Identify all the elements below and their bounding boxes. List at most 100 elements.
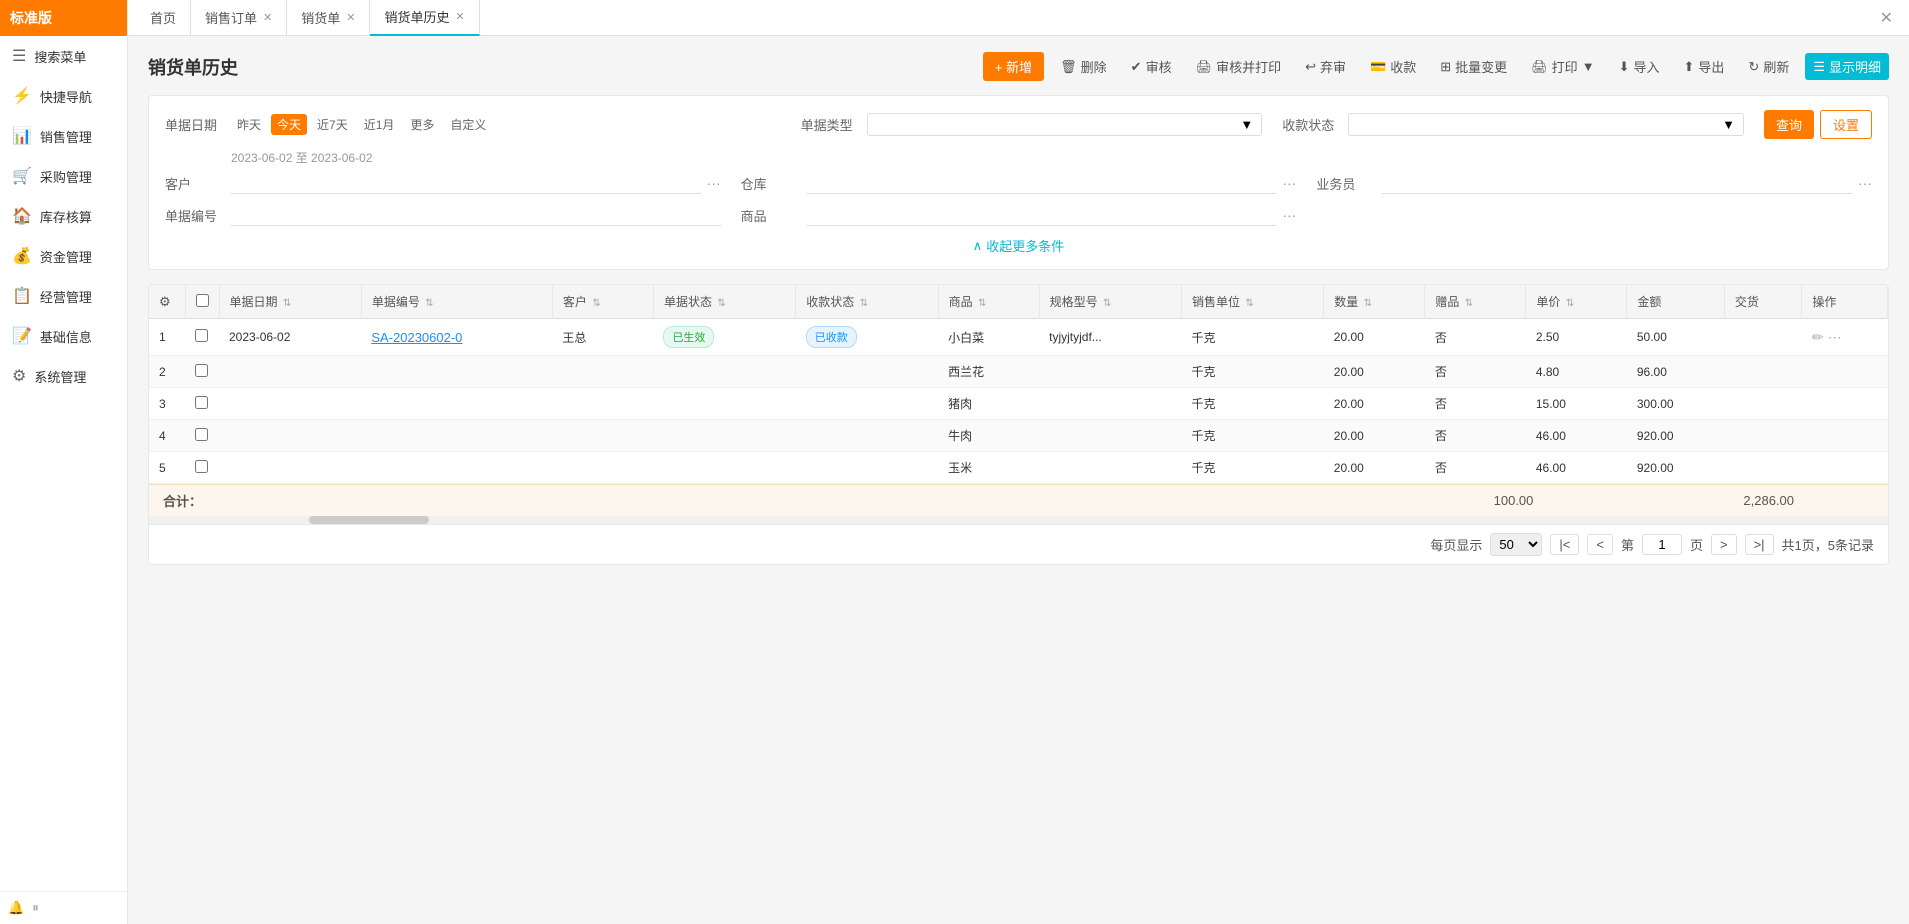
- more-row-icon[interactable]: ⋯: [1828, 329, 1842, 346]
- col-date[interactable]: 单据日期 ⇅: [219, 285, 361, 319]
- scrollbar-thumb[interactable]: [309, 516, 429, 524]
- cell-checkbox[interactable]: [185, 319, 219, 356]
- sidebar-item-purchase-mgmt[interactable]: 🛒 采购管理: [0, 156, 127, 196]
- collect-status-label: 收款状态: [1282, 115, 1342, 134]
- filter-warehouse: 仓库 ···: [741, 172, 1297, 194]
- sidebar-item-base-info[interactable]: 📝 基础信息: [0, 316, 127, 356]
- cell-doc-num[interactable]: [361, 388, 552, 420]
- select-all-checkbox[interactable]: [196, 294, 209, 307]
- sidebar-item-operations[interactable]: 📋 经营管理: [0, 276, 127, 316]
- pause-icon[interactable]: ⏸: [32, 900, 39, 916]
- tab-sales-order[interactable]: 销售订单 ✕: [191, 0, 287, 36]
- settings-filter-button[interactable]: 设置: [1820, 110, 1872, 139]
- col-price[interactable]: 单价 ⇅: [1526, 285, 1627, 319]
- edit-row-icon[interactable]: ✏: [1812, 329, 1824, 346]
- sidebar-item-search-menu[interactable]: ☰ 搜索菜单: [0, 36, 127, 76]
- date-tag-custom[interactable]: 自定义: [444, 114, 492, 135]
- refresh-button[interactable]: ↻ 刷新: [1740, 53, 1797, 80]
- tab-sales-goods[interactable]: 销货单 ✕: [287, 0, 370, 36]
- sidebar-item-inventory[interactable]: 🏠 库存核算: [0, 196, 127, 236]
- cell-checkbox[interactable]: [185, 452, 219, 484]
- col-doc-status[interactable]: 单据状态 ⇅: [653, 285, 795, 319]
- batch-change-button[interactable]: ⊞ 批量变更: [1432, 53, 1515, 80]
- close-sales-order-tab-icon[interactable]: ✕: [263, 11, 272, 24]
- query-button[interactable]: 查询: [1764, 110, 1814, 139]
- total-records: 共1页，5条记录: [1782, 535, 1874, 554]
- date-tag-7days[interactable]: 近7天: [311, 114, 354, 135]
- delete-button[interactable]: 🗑 删除: [1052, 53, 1115, 80]
- goods-more-icon[interactable]: ···: [1282, 207, 1296, 223]
- warehouse-input[interactable]: [807, 172, 1277, 194]
- filter-salesperson: 业务员 ···: [1316, 172, 1872, 194]
- salesperson-more-icon[interactable]: ···: [1858, 175, 1872, 191]
- last-page-button[interactable]: >|: [1745, 534, 1774, 555]
- cell-doc-num[interactable]: SA-20230602-0: [361, 319, 552, 356]
- cell-checkbox[interactable]: [185, 356, 219, 388]
- col-gift[interactable]: 赠品 ⇅: [1425, 285, 1526, 319]
- sidebar-item-label: 经营管理: [40, 287, 92, 306]
- cell-checkbox[interactable]: [185, 420, 219, 452]
- col-collect-status[interactable]: 收款状态 ⇅: [796, 285, 938, 319]
- collect-status-select[interactable]: ▼: [1348, 113, 1744, 136]
- filter-customer: 客户 ···: [165, 172, 721, 194]
- goods-input[interactable]: [807, 204, 1277, 226]
- col-unit[interactable]: 销售单位 ⇅: [1181, 285, 1323, 319]
- customer-more-icon[interactable]: ···: [707, 175, 721, 191]
- close-sales-history-tab-icon[interactable]: ✕: [456, 10, 465, 23]
- sidebar-bottom: 🔔 ⏸: [0, 891, 127, 924]
- col-doc-num[interactable]: 单据编号 ⇅: [361, 285, 552, 319]
- collapse-filter-button[interactable]: ∧ 收起更多条件: [165, 236, 1872, 255]
- add-button[interactable]: + 新增: [983, 52, 1044, 81]
- audit-button[interactable]: ✔ 审核: [1123, 53, 1180, 80]
- tab-sales-history[interactable]: 销货单历史 ✕: [370, 0, 479, 36]
- horizontal-scrollbar[interactable]: [149, 516, 1888, 524]
- date-tag-more[interactable]: 更多: [404, 114, 440, 135]
- first-page-button[interactable]: |<: [1550, 534, 1579, 555]
- warehouse-more-icon[interactable]: ···: [1282, 175, 1296, 191]
- doc-num-input[interactable]: [231, 204, 721, 226]
- cell-amount: 300.00: [1627, 388, 1725, 420]
- collect-button[interactable]: 💳 收款: [1362, 53, 1424, 80]
- cell-collect-status: [796, 388, 938, 420]
- date-tag-yesterday[interactable]: 昨天: [231, 114, 267, 135]
- notification-icon[interactable]: 🔔: [8, 900, 24, 916]
- cell-transaction: [1724, 319, 1801, 356]
- prev-page-button[interactable]: <: [1587, 534, 1613, 555]
- col-settings[interactable]: ⚙: [149, 285, 185, 319]
- salesperson-input[interactable]: [1382, 172, 1852, 194]
- sidebar-item-sys-mgmt[interactable]: ⚙ 系统管理: [0, 356, 127, 396]
- tab-home[interactable]: 首页: [136, 0, 191, 36]
- col-qty[interactable]: 数量 ⇅: [1324, 285, 1425, 319]
- close-sales-goods-tab-icon[interactable]: ✕: [346, 11, 355, 24]
- col-transaction[interactable]: 交货: [1724, 285, 1801, 319]
- sidebar-item-sales-mgmt[interactable]: 📊 销售管理: [0, 116, 127, 156]
- settings-col-icon[interactable]: ⚙: [159, 294, 171, 309]
- col-customer[interactable]: 客户 ⇅: [552, 285, 653, 319]
- abandon-button[interactable]: ↩ 弃审: [1297, 53, 1354, 80]
- per-page-select[interactable]: 50 100 200: [1490, 533, 1542, 556]
- print-button[interactable]: 🖨 打印 ▼: [1523, 53, 1602, 80]
- cell-doc-num[interactable]: [361, 420, 552, 452]
- import-button[interactable]: ⬇ 导入: [1611, 53, 1668, 80]
- col-checkbox[interactable]: [185, 285, 219, 319]
- close-all-tabs-icon[interactable]: ✕: [1872, 8, 1901, 28]
- page-num-input[interactable]: [1642, 534, 1682, 555]
- col-spec[interactable]: 规格型号 ⇅: [1039, 285, 1181, 319]
- col-amount[interactable]: 金额: [1627, 285, 1725, 319]
- customer-input[interactable]: [231, 172, 701, 194]
- date-tag-today[interactable]: 今天: [271, 114, 307, 135]
- cell-gift: 否: [1425, 388, 1526, 420]
- cell-doc-num[interactable]: [361, 452, 552, 484]
- date-tag-1month[interactable]: 近1月: [358, 114, 401, 135]
- export-button[interactable]: ⬆ 导出: [1675, 53, 1732, 80]
- audit-print-button[interactable]: 🖨 审核并打印: [1188, 53, 1290, 80]
- doc-type-select[interactable]: ▼: [867, 113, 1263, 136]
- sidebar-item-finance[interactable]: 💰 资金管理: [0, 236, 127, 276]
- next-page-button[interactable]: >: [1711, 534, 1737, 555]
- cell-doc-num[interactable]: [361, 356, 552, 388]
- sidebar-item-quick-nav[interactable]: ⚡ 快捷导航: [0, 76, 127, 116]
- cell-qty: 20.00: [1324, 356, 1425, 388]
- cell-checkbox[interactable]: [185, 388, 219, 420]
- col-goods[interactable]: 商品 ⇅: [938, 285, 1039, 319]
- show-detail-button[interactable]: ☰ 显示明细: [1805, 53, 1889, 80]
